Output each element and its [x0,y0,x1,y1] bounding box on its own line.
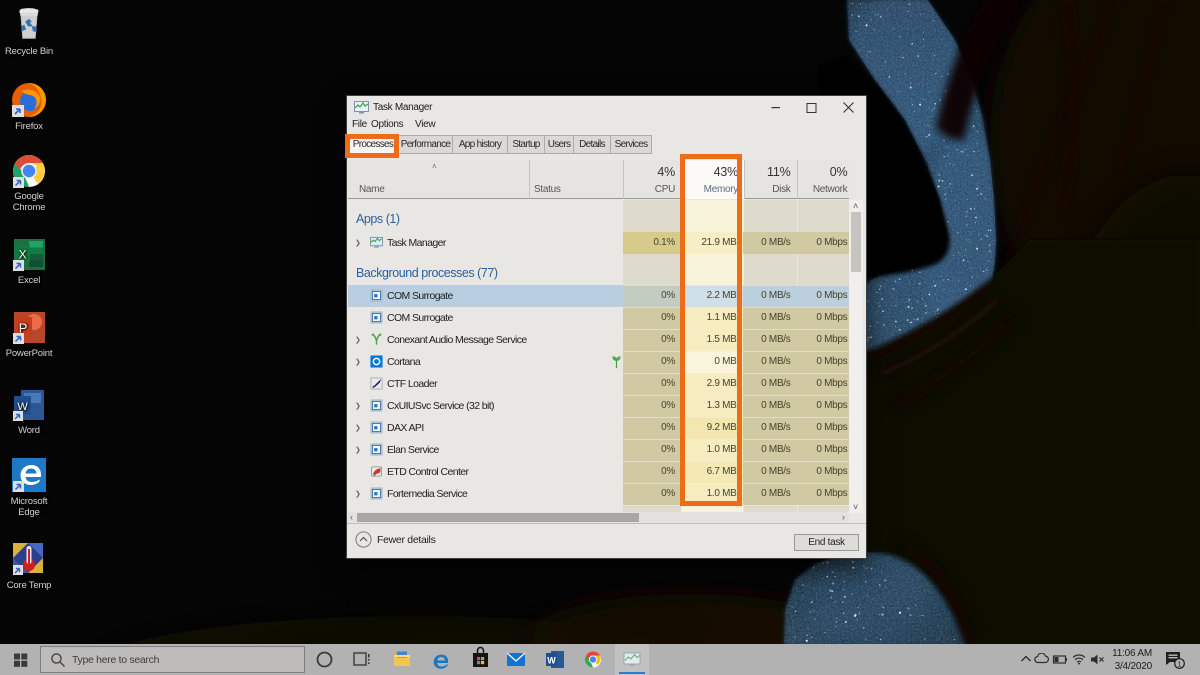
svg-text:X: X [19,248,27,262]
svg-text:W: W [547,656,556,666]
svg-text:1: 1 [1178,660,1182,669]
